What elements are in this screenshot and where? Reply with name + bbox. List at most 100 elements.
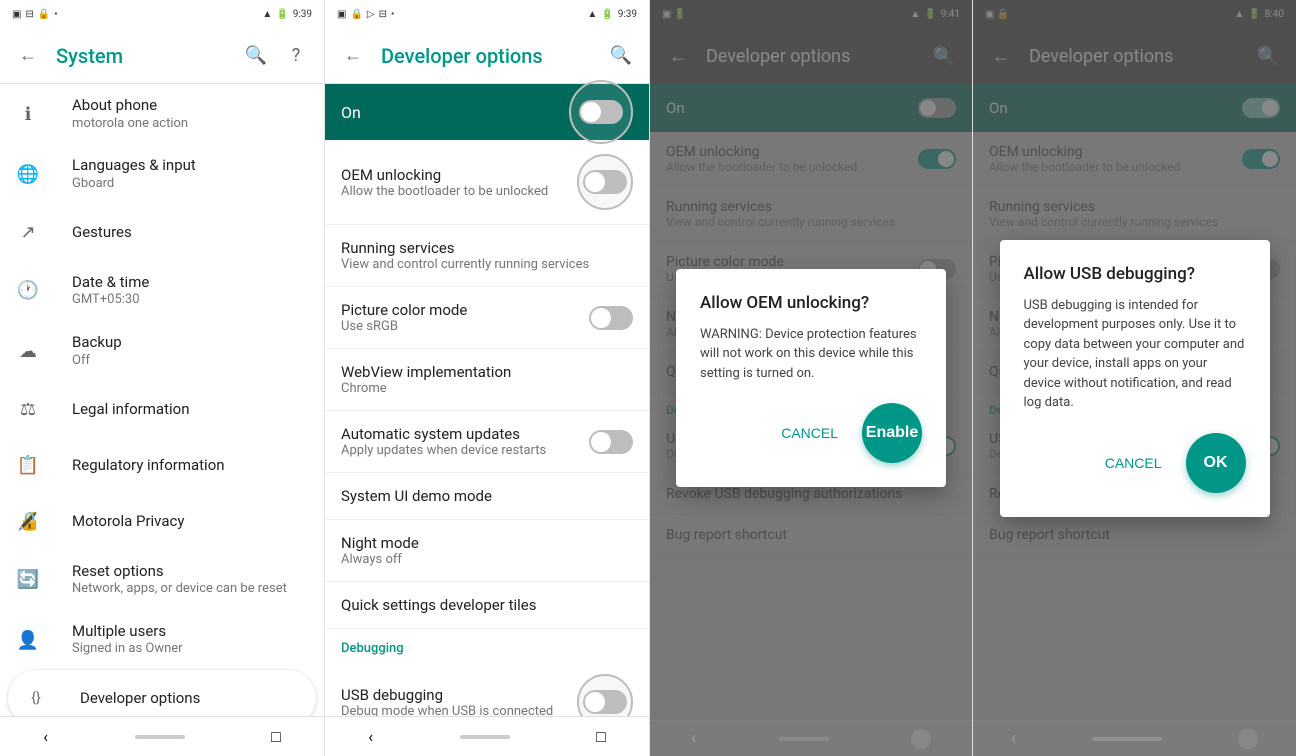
copy2-icon: ⊟ (379, 9, 387, 20)
back-nav-icon[interactable]: ‹ (43, 727, 48, 746)
oem-title: OEM unlocking (341, 166, 577, 184)
oem-toggle[interactable] (583, 170, 627, 194)
dev-app-bar: ← Developer options 🔍 (325, 28, 649, 84)
quicksettings-title: Quick settings developer tiles (341, 596, 633, 614)
sim2-icon: ▣ (337, 9, 346, 20)
usb-cancel-button[interactable]: Cancel (1089, 447, 1178, 479)
webview-sub: Chrome (341, 381, 633, 396)
back-button[interactable]: ← (16, 44, 40, 68)
autoupdate-toggle[interactable] (589, 430, 633, 454)
lock2-icon: 🔒 (350, 9, 362, 20)
notification-icons-2: ▣ 🔒 ▷ ⊟ • (337, 9, 394, 20)
usb-dialog-body: USB debugging is intended for developmen… (1024, 296, 1246, 413)
system-icons: ▲ 🔋 9:39 (262, 9, 312, 20)
play2-icon: ▷ (367, 9, 375, 20)
dev-item-quicksettings[interactable]: Quick settings developer tiles (325, 582, 649, 629)
oem-dialog-actions: Cancel Enable (700, 403, 922, 463)
datetime-title: Date & time (72, 273, 308, 293)
privacy-icon: 🔏 (16, 510, 40, 534)
dev-item-uidemo[interactable]: System UI demo mode (325, 473, 649, 520)
back-nav2-icon[interactable]: ‹ (368, 727, 373, 746)
toggle-thumb (581, 102, 601, 122)
square-nav2-icon[interactable]: □ (596, 727, 606, 747)
debugging-label: Debugging (325, 629, 649, 660)
wifi-icon: ▲ (262, 9, 272, 20)
settings-item-developer[interactable]: {} Developer options (8, 670, 316, 716)
sim-icon: ▣ (12, 9, 21, 20)
about-sub: motorola one action (72, 116, 308, 133)
dev-search-button[interactable]: 🔍 (609, 44, 633, 68)
dev-item-autoupdate[interactable]: Automatic system updates Apply updates w… (325, 411, 649, 473)
dot2-icon: • (391, 9, 394, 20)
picture-toggle[interactable] (589, 306, 633, 330)
usb-title: USB debugging (341, 686, 577, 704)
backup-icon: ☁ (16, 339, 40, 363)
settings-item-regulatory[interactable]: 📋 Regulatory information (0, 438, 324, 494)
system-app-bar: ← System 🔍 ? (0, 28, 324, 84)
usb-ok-button[interactable]: OK (1186, 433, 1246, 493)
dev-item-oem[interactable]: OEM unlocking Allow the bootloader to be… (325, 140, 649, 225)
oem-sub: Allow the bootloader to be unlocked (341, 184, 577, 199)
picture-sub: Use sRGB (341, 319, 589, 334)
settings-item-motorola-privacy[interactable]: 🔏 Motorola Privacy (0, 494, 324, 550)
usb-toggle-highlight (577, 674, 633, 716)
reset-title: Reset options (72, 562, 308, 582)
dev-item-picture[interactable]: Picture color mode Use sRGB (325, 287, 649, 349)
oem-cancel-button[interactable]: Cancel (765, 417, 854, 449)
language-sub: Gboard (72, 176, 308, 193)
security-icon: 🔒 (38, 9, 50, 20)
dev-options-list: OEM unlocking Allow the bootloader to be… (325, 140, 649, 716)
usb-toggle[interactable] (583, 690, 627, 714)
developer-options-oem-dialog-panel: ▣ 🔋 ▲ 🔋 9:41 ← Developer options 🔍 On OE… (650, 0, 973, 756)
time-display: 9:39 (293, 9, 312, 20)
bottom-nav-1: ‹ □ (0, 716, 324, 756)
settings-list: ℹ About phone motorola one action 🌐 Lang… (0, 84, 324, 716)
dev-item-webview[interactable]: WebView implementation Chrome (325, 349, 649, 411)
settings-item-about[interactable]: ℹ About phone motorola one action (0, 84, 324, 144)
dev-item-nightmode[interactable]: Night mode Always off (325, 520, 649, 582)
usb-dialog-overlay: Allow USB debugging? USB debugging is in… (973, 0, 1296, 756)
wifi2-icon: ▲ (587, 9, 597, 20)
settings-item-legal[interactable]: ⚖ Legal information (0, 382, 324, 438)
system-settings-panel: ▣ ⊟ 🔒 • ▲ 🔋 9:39 ← System 🔍 ? ℹ About ph… (0, 0, 325, 756)
oem-dialog-title: Allow OEM unlocking? (700, 293, 922, 313)
settings-item-gestures[interactable]: ↗ Gestures (0, 205, 324, 261)
reset-sub: Network, apps, or device can be reset (72, 581, 308, 598)
square-nav-icon[interactable]: □ (271, 727, 281, 747)
dev-master-toggle[interactable] (579, 100, 623, 124)
dev-back-button[interactable]: ← (341, 44, 365, 68)
about-title: About phone (72, 96, 308, 116)
language-title: Languages & input (72, 156, 308, 176)
copy-icon: ⊟ (25, 9, 33, 20)
settings-item-users[interactable]: 👤 Multiple users Signed in as Owner (0, 610, 324, 670)
settings-item-backup[interactable]: ☁ Backup Off (0, 321, 324, 381)
time2-display: 9:39 (618, 9, 637, 20)
regulatory-title: Regulatory information (72, 456, 308, 476)
system-icons-2: ▲ 🔋 9:39 (587, 9, 637, 20)
settings-item-datetime[interactable]: 🕐 Date & time GMT+05:30 (0, 261, 324, 321)
dev-item-usb[interactable]: USB debugging Debug mode when USB is con… (325, 660, 649, 716)
status-bar-1: ▣ ⊟ 🔒 • ▲ 🔋 9:39 (0, 0, 324, 28)
reset-icon: 🔄 (16, 568, 40, 592)
users-icon: 👤 (16, 628, 40, 652)
notification-icons: ▣ ⊟ 🔒 • (12, 9, 58, 20)
users-sub: Signed in as Owner (72, 641, 308, 658)
battery-icon: 🔋 (276, 9, 288, 20)
datetime-sub: GMT+05:30 (72, 292, 308, 309)
gestures-icon: ↗ (16, 221, 40, 245)
search-button[interactable]: 🔍 (244, 44, 268, 68)
autoupdate-sub: Apply updates when device restarts (341, 443, 589, 458)
dev-on-label: On (341, 103, 361, 122)
dev-item-running[interactable]: Running services View and control curren… (325, 225, 649, 287)
oem-enable-button[interactable]: Enable (862, 403, 922, 463)
status-bar-2: ▣ 🔒 ▷ ⊟ • ▲ 🔋 9:39 (325, 0, 649, 28)
help-button[interactable]: ? (284, 44, 308, 68)
nightmode-title: Night mode (341, 534, 633, 552)
usb-dialog: Allow USB debugging? USB debugging is in… (1000, 240, 1270, 517)
picture-title: Picture color mode (341, 301, 589, 319)
settings-item-reset[interactable]: 🔄 Reset options Network, apps, or device… (0, 550, 324, 610)
uidemo-title: System UI demo mode (341, 487, 633, 505)
backup-title: Backup (72, 333, 308, 353)
clock-icon: 🕐 (16, 279, 40, 303)
settings-item-language[interactable]: 🌐 Languages & input Gboard (0, 144, 324, 204)
